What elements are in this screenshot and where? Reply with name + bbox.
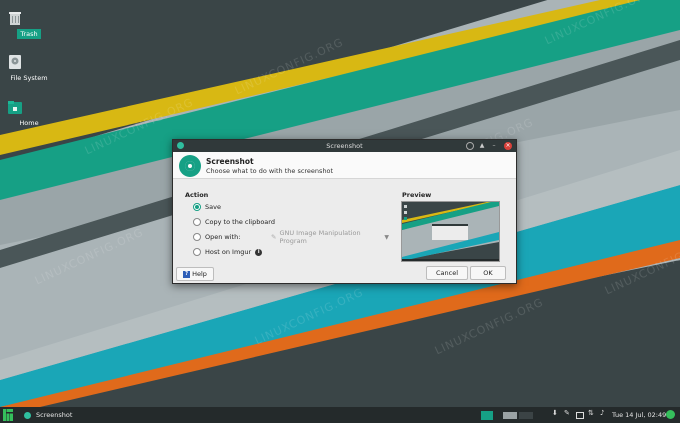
header-subtitle: Choose what to do with the screenshot: [206, 167, 334, 175]
screenshot-app-icon: [24, 411, 31, 419]
workspace-switcher[interactable]: [503, 407, 533, 423]
help-icon: ?: [183, 270, 191, 278]
taskbar-item-screenshot[interactable]: Screenshot: [20, 407, 134, 423]
shade-button[interactable]: [466, 142, 474, 150]
minimize-icon[interactable]: –: [490, 142, 498, 150]
screenshot-logo-icon: [179, 155, 201, 177]
close-icon[interactable]: ×: [504, 142, 512, 150]
desktop-icon-file-system[interactable]: File System: [7, 54, 51, 83]
radio-button[interactable]: [193, 218, 201, 226]
desktop-icon-label: Trash: [17, 29, 41, 39]
option-host-imgur[interactable]: Host on Imgur i: [193, 247, 263, 257]
cancel-button[interactable]: Cancel: [426, 266, 468, 280]
dialog-title: Screenshot: [326, 142, 363, 150]
option-save[interactable]: Save: [193, 202, 221, 212]
display-icon[interactable]: [576, 412, 584, 419]
clock[interactable]: Tue 14 Jul, 02:49: [612, 407, 666, 423]
power-icon[interactable]: [666, 410, 675, 419]
action-heading: Action: [185, 191, 209, 199]
desktop-icon-trash[interactable]: Trash: [7, 10, 51, 39]
cancel-label: Cancel: [435, 269, 459, 277]
ok-label: OK: [483, 269, 493, 277]
trash-icon: [9, 10, 37, 26]
volume-icon[interactable]: ♪: [600, 409, 608, 417]
preview-heading: Preview: [402, 191, 432, 199]
radio-button[interactable]: [193, 248, 201, 256]
option-copy-clipboard[interactable]: Copy to the clipboard: [193, 217, 275, 227]
pin-icon[interactable]: ▲: [478, 142, 486, 150]
taskbar: Screenshot ⬇ ✎ ⇅ ♪ Tue 14 Jul, 02:49: [0, 407, 680, 423]
option-label: Open with:: [205, 233, 241, 241]
open-with-app-value: GNU Image Manipulation Program: [279, 229, 361, 245]
update-icon[interactable]: ⬇: [552, 409, 560, 417]
option-label: Save: [205, 203, 221, 211]
option-label: Copy to the clipboard: [205, 218, 275, 226]
header-title: Screenshot: [206, 157, 254, 166]
network-icon[interactable]: ⇅: [588, 409, 596, 417]
desktop-icon-label: File System: [10, 74, 48, 82]
manjaro-menu-icon[interactable]: [3, 407, 13, 423]
workspace-indicator-icon[interactable]: [481, 407, 493, 423]
desktop-icon-home[interactable]: Home: [7, 99, 51, 128]
drive-icon: [9, 54, 37, 70]
desktop-icon-label: Home: [19, 119, 39, 127]
help-label: Help: [192, 270, 207, 278]
home-folder-icon: [8, 99, 37, 115]
radio-button[interactable]: [193, 233, 201, 241]
help-button[interactable]: ? Help: [176, 267, 214, 281]
taskbar-item-label: Screenshot: [36, 411, 73, 419]
option-open-with[interactable]: Open with:: [193, 232, 240, 242]
dialog-header: Screenshot Choose what to do with the sc…: [173, 152, 516, 179]
ok-button[interactable]: OK: [470, 266, 506, 280]
open-with-app-select[interactable]: ✎ GNU Image Manipulation Program ▼: [271, 229, 389, 245]
chevron-down-icon: ▼: [384, 233, 389, 241]
gimp-icon: ✎: [271, 233, 277, 241]
option-label: Host on Imgur: [205, 248, 252, 256]
clipboard-icon[interactable]: ✎: [564, 409, 572, 417]
info-icon[interactable]: i: [255, 248, 263, 256]
screenshot-preview: [401, 201, 500, 262]
dialog-titlebar[interactable]: Screenshot ▲ – ×: [173, 140, 516, 152]
radio-button[interactable]: [193, 203, 201, 211]
